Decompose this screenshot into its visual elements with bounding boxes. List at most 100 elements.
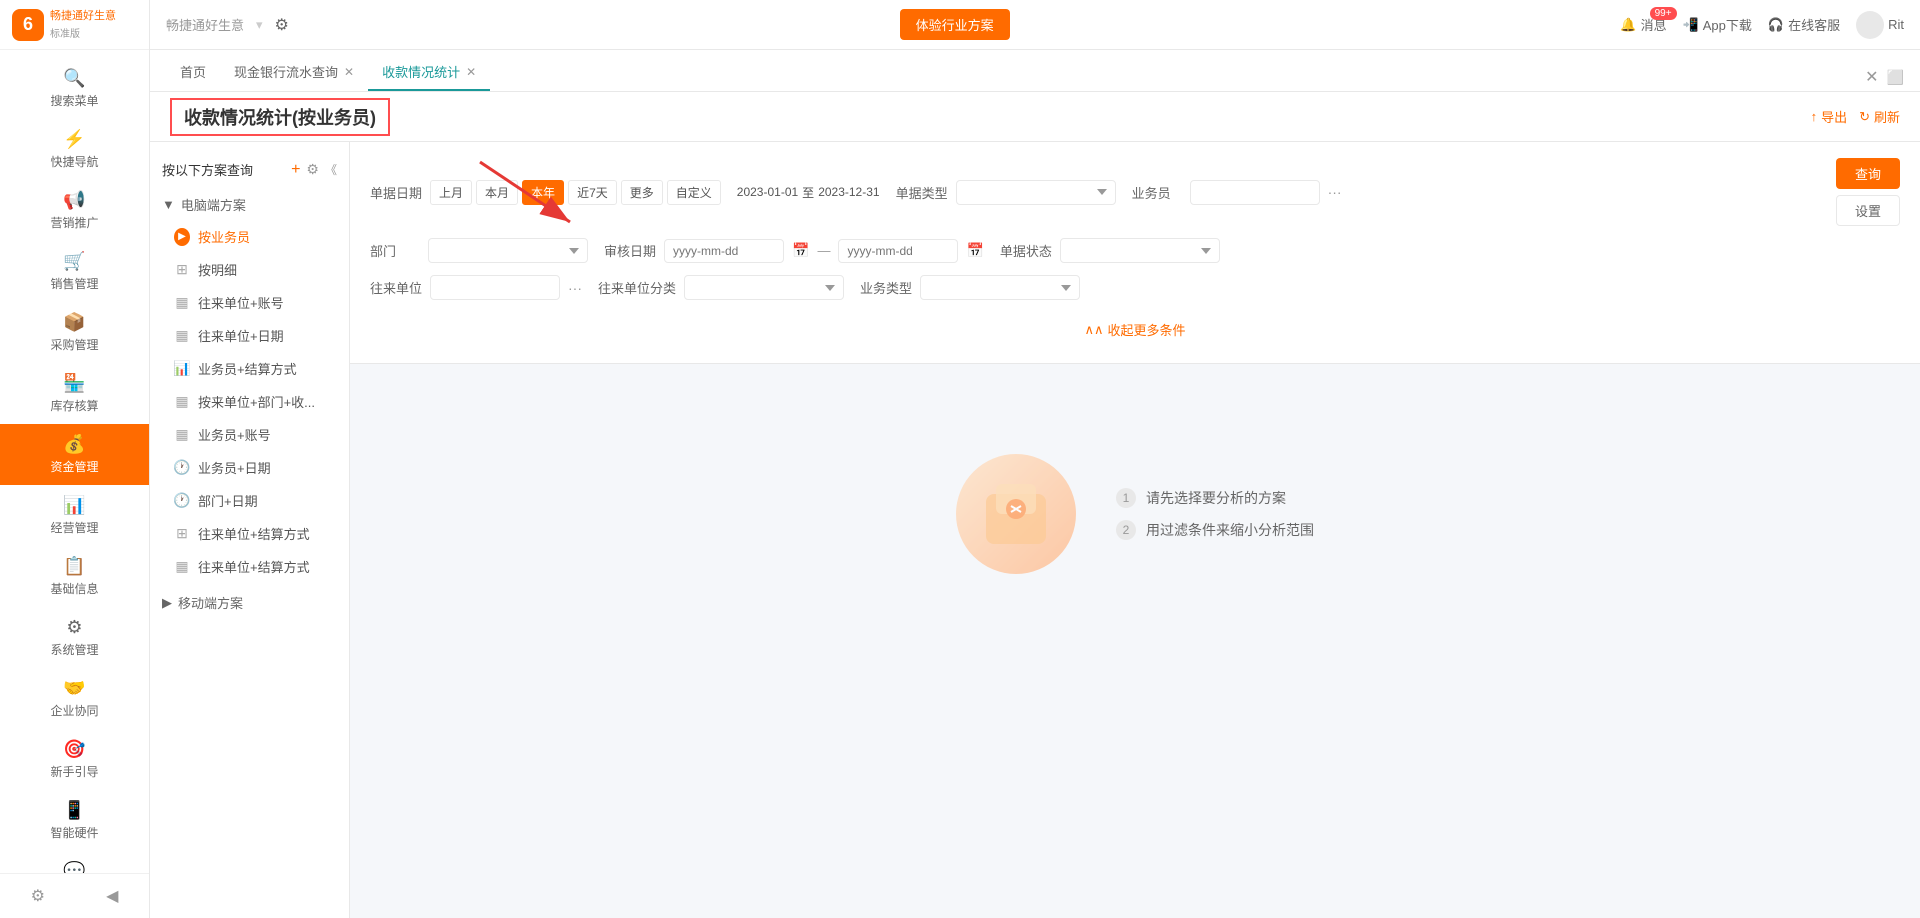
service-label: 在线客服 xyxy=(1788,15,1840,34)
filter-partner-cat-label: 往来单位分类 xyxy=(598,278,676,297)
sidebar-item-sales[interactable]: 🛒 销售管理 xyxy=(0,241,149,302)
scheme-settings-icon[interactable]: ⚙ xyxy=(306,161,319,179)
date-btn-this-month[interactable]: 本月 xyxy=(476,180,518,205)
tree-item-unit-payment2[interactable]: ▦ 往来单位+结算方式 xyxy=(150,550,349,583)
sidebar-item-enterprise[interactable]: 🤝 企业协同 xyxy=(0,668,149,729)
online-service-btn[interactable]: 🎧 在线客服 xyxy=(1768,15,1840,34)
tree-section-mobile: ▶ 移动端方案 xyxy=(150,587,349,618)
tree-item-unit-payment1[interactable]: ⊞ 往来单位+结算方式 xyxy=(150,517,349,550)
sidebar-item-purchase[interactable]: 📦 采购管理 xyxy=(0,302,149,363)
logo-badge: 标准版 xyxy=(50,25,116,40)
export-btn[interactable]: ↑ 导出 xyxy=(1811,107,1848,126)
tree-item-salesman-payment[interactable]: 📊 业务员+结算方式 xyxy=(150,352,349,385)
wechat-icon: 💬 xyxy=(63,861,85,873)
sidebar-nav: 🔍 搜索菜单 ⚡ 快捷导航 📢 营销推广 🛒 销售管理 📦 采购管理 🏪 库存核… xyxy=(0,50,149,873)
topbar-gear-icon[interactable]: ⚙ xyxy=(275,15,289,35)
date-from: 2023-01-01 xyxy=(737,185,798,199)
tabbar: 首页 现金银行流水查询 ✕ 收款情况统计 ✕ ✕ ⬜ xyxy=(150,50,1920,92)
expand-icon-mobile: ▶ xyxy=(162,595,172,611)
left-panel: 按以下方案查询 + ⚙ 《 ▼ 电脑端方案 ▶ 按业务员 xyxy=(150,142,350,918)
user-area[interactable]: Rit xyxy=(1856,11,1904,39)
filter-date-quick-group: 上月 本月 本年 近7天 更多 自定义 xyxy=(430,180,721,205)
topbar-left: 畅捷通好生意 ▾ ⚙ xyxy=(166,15,289,35)
step-num-1: 1 xyxy=(1116,488,1136,508)
tab-receipt[interactable]: 收款情况统计 ✕ xyxy=(368,54,490,91)
filter-audit-to[interactable] xyxy=(838,239,958,263)
collapse-up-icon: ∧∧ xyxy=(1084,322,1103,338)
business-icon: 📊 xyxy=(63,495,85,516)
sidebar-item-guide[interactable]: 🎯 新手引导 xyxy=(0,729,149,790)
tab-bank[interactable]: 现金银行流水查询 ✕ xyxy=(220,54,368,91)
tree-item-by-detail[interactable]: ⊞ 按明细 xyxy=(150,253,349,286)
tree-item-by-salesman[interactable]: ▶ 按业务员 xyxy=(150,220,349,253)
page-header: 收款情况统计(按业务员) ↑ 导出 ↻ 刷新 xyxy=(150,92,1920,142)
filter-salesman-input[interactable] xyxy=(1190,180,1320,205)
calendar-icon-2[interactable]: 📅 xyxy=(966,242,983,259)
date-btn-this-year[interactable]: 本年 xyxy=(522,180,564,205)
logo-name: 畅捷通好生意 xyxy=(50,9,116,23)
sidebar-item-hardware[interactable]: 📱 智能硬件 xyxy=(0,790,149,851)
tree-item-salesman-account[interactable]: ▦ 业务员+账号 xyxy=(150,418,349,451)
sidebar-collapse-btn[interactable]: ◀ xyxy=(106,886,118,906)
tab-bank-close[interactable]: ✕ xyxy=(344,65,354,79)
topbar-breadcrumb: 畅捷通好生意 xyxy=(166,15,244,34)
sidebar-item-finance[interactable]: 💰 资金管理 xyxy=(0,424,149,485)
clock-icon-2: 🕐 xyxy=(174,493,190,509)
refresh-btn[interactable]: ↻ 刷新 xyxy=(1859,107,1900,126)
tab-close-all[interactable]: ✕ xyxy=(1865,67,1878,87)
filter-partner-more[interactable]: ··· xyxy=(568,280,582,296)
filter-doctype-select[interactable] xyxy=(956,180,1116,205)
content-area: 按以下方案查询 + ⚙ 《 ▼ 电脑端方案 ▶ 按业务员 xyxy=(150,142,1920,918)
date-btn-more[interactable]: 更多 xyxy=(621,180,663,205)
trial-btn[interactable]: 体验行业方案 xyxy=(900,9,1010,40)
sidebar-item-inventory[interactable]: 🏪 库存核算 xyxy=(0,363,149,424)
filter-biz-type-item: 业务类型 xyxy=(860,275,1080,300)
step-num-2: 2 xyxy=(1116,520,1136,540)
tree-item-unit-dept[interactable]: ▦ 按来单位+部门+收... xyxy=(150,385,349,418)
sidebar-item-system[interactable]: ⚙ 系统管理 xyxy=(0,607,149,668)
collapse-panel-btn[interactable]: 《 xyxy=(325,161,337,179)
date-btn-7days[interactable]: 近7天 xyxy=(568,180,617,205)
filter-salesman-more[interactable]: ··· xyxy=(1328,184,1342,200)
filter-partner-cat-select[interactable] xyxy=(684,275,844,300)
calendar-icon-1[interactable]: 📅 xyxy=(792,242,809,259)
add-scheme-btn[interactable]: + xyxy=(291,161,300,179)
tree-section-mobile-title[interactable]: ▶ 移动端方案 xyxy=(150,587,349,618)
filter-partner-item: 往来单位 ··· xyxy=(370,275,582,300)
date-btn-last-month[interactable]: 上月 xyxy=(430,180,472,205)
sidebar-item-wechat[interactable]: 💬 企业微信 xyxy=(0,851,149,873)
tab-receipt-close[interactable]: ✕ xyxy=(466,65,476,79)
sidebar-item-quicknav[interactable]: ⚡ 快捷导航 xyxy=(0,119,149,180)
date-btn-custom[interactable]: 自定义 xyxy=(667,180,721,205)
basic-icon: 📋 xyxy=(63,556,85,577)
topbar: 畅捷通好生意 ▾ ⚙ 体验行业方案 🔔 消息 99+ 📲 App下载 🎧 在线客… xyxy=(150,0,1920,50)
filter-biz-type-select[interactable] xyxy=(920,275,1080,300)
item-unit-account-label: 往来单位+账号 xyxy=(198,293,284,312)
collapse-filter-btn[interactable]: ∧∧ 收起更多条件 xyxy=(370,312,1900,347)
tree-section-pc-title[interactable]: ▼ 电脑端方案 xyxy=(150,189,349,220)
tree-item-unit-date[interactable]: ▦ 往来单位+日期 xyxy=(150,319,349,352)
sidebar-item-marketing[interactable]: 📢 营销推广 xyxy=(0,180,149,241)
settings-btn[interactable]: 设置 xyxy=(1836,195,1900,226)
tree-item-unit-account[interactable]: ▦ 往来单位+账号 xyxy=(150,286,349,319)
tree-item-dept-date[interactable]: 🕐 部门+日期 xyxy=(150,484,349,517)
filter-audit-date-item: 审核日期 📅 — 📅 xyxy=(604,239,984,263)
app-download-btn[interactable]: 📲 App下载 xyxy=(1683,15,1752,34)
sidebar-settings-btn[interactable]: ⚙ xyxy=(31,886,45,906)
sidebar-item-business[interactable]: 📊 经营管理 xyxy=(0,485,149,546)
message-btn[interactable]: 🔔 消息 99+ xyxy=(1620,15,1666,34)
filter-date-item: 单据日期 上月 本月 本年 近7天 更多 自定义 xyxy=(370,180,721,205)
filter-doc-status-select[interactable] xyxy=(1060,238,1220,263)
filter-dept-label: 部门 xyxy=(370,241,420,260)
filter-dept-select[interactable] xyxy=(428,238,588,263)
tab-home[interactable]: 首页 xyxy=(166,54,220,91)
sidebar-item-basic[interactable]: 📋 基础信息 xyxy=(0,546,149,607)
filter-partner-input[interactable] xyxy=(430,275,560,300)
query-btn[interactable]: 查询 xyxy=(1836,158,1900,189)
tab-maximize[interactable]: ⬜ xyxy=(1887,69,1904,86)
sidebar-item-search[interactable]: 🔍 搜索菜单 xyxy=(0,58,149,119)
table-icon-2: ▦ xyxy=(174,328,190,344)
tree-item-salesman-date[interactable]: 🕐 业务员+日期 xyxy=(150,451,349,484)
filter-audit-from[interactable] xyxy=(664,239,784,263)
date-range-display: 2023-01-01 至 2023-12-31 xyxy=(737,184,880,201)
